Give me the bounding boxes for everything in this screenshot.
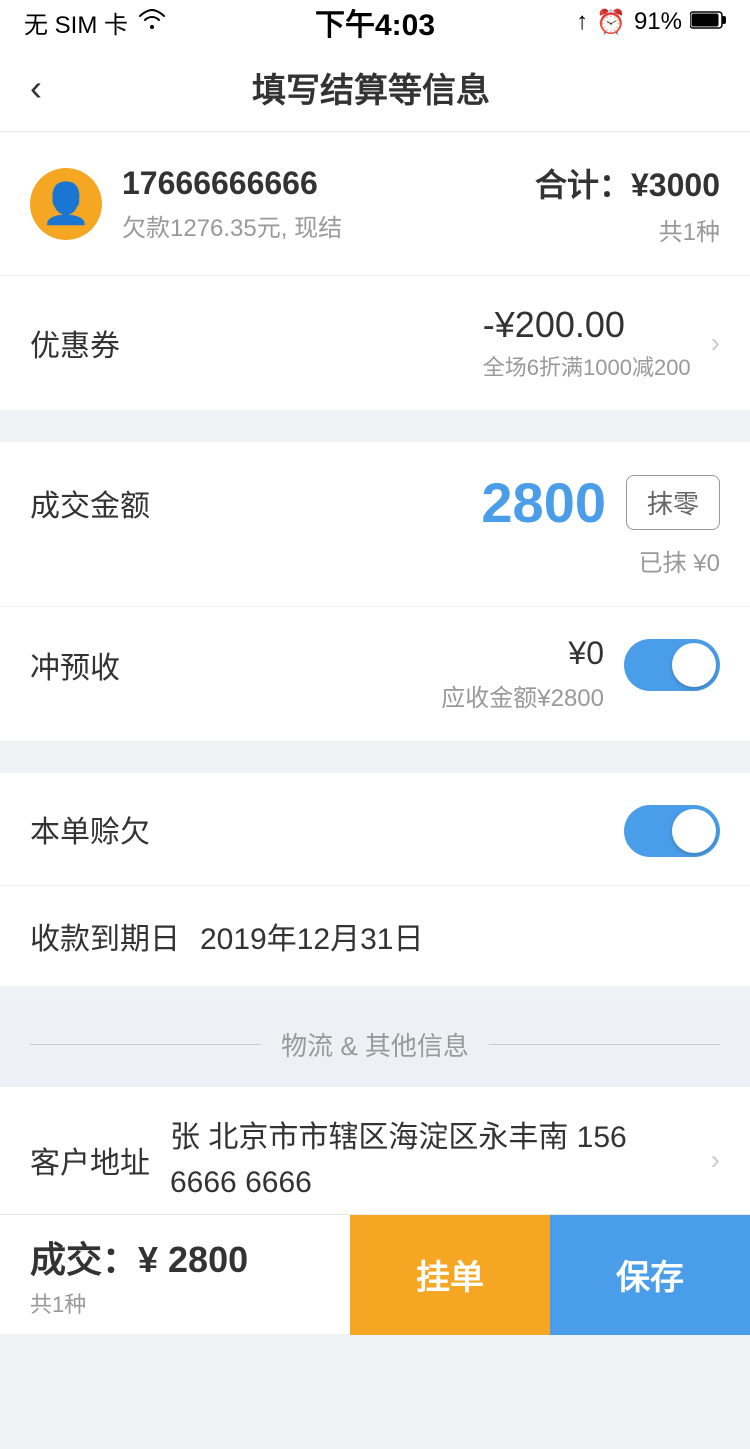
customer-phone: 17666666666 <box>122 165 535 202</box>
amount-section: 成交金额 2800 抹零 已抹 ¥0 <box>0 442 750 606</box>
chevron-right-icon: › <box>711 327 720 359</box>
coupon-info: -¥200.00 全场6折满1000减200 <box>483 304 691 382</box>
prepaid-row: 冲预收 ¥0 应收金额¥2800 <box>30 635 720 713</box>
location-icon: ↑ <box>576 8 588 36</box>
debt-toggle-thumb <box>672 809 716 853</box>
prepaid-label: 冲预收 <box>30 635 120 687</box>
coupon-discount: -¥200.00 <box>483 304 691 346</box>
address-value: 张 北京市市辖区海淀区永丰南 156 6666 6666 <box>170 1115 701 1205</box>
deal-label: 成交： <box>30 1239 138 1280</box>
prepaid-right: ¥0 应收金额¥2800 <box>441 635 720 713</box>
prepaid-toggle-thumb <box>672 643 716 687</box>
due-date-label: 收款到期日 <box>30 914 180 958</box>
coupon-desc: 全场6折满1000减200 <box>483 350 691 382</box>
customer-row: 👤 17666666666 欠款1276.35元, 现结 合计：¥3000 共1… <box>0 132 750 275</box>
transaction-section: 成交金额 2800 抹零 已抹 ¥0 冲预收 ¥0 应收金额¥2800 <box>0 442 750 741</box>
carrier-text: 无 SIM 卡 <box>24 5 128 40</box>
logistics-label: 物流 & 其他信息 <box>281 1026 469 1063</box>
prepaid-receivable: 应收金额¥2800 <box>441 678 604 713</box>
bottom-bar: 成交：¥ 2800 共1种 挂单 保存 <box>0 1214 750 1334</box>
bottom-deal-text: 成交：¥ 2800 <box>30 1231 320 1283</box>
nav-bar: ‹ 填写结算等信息 <box>0 44 750 132</box>
amount-row: 成交金额 2800 抹零 <box>30 470 720 535</box>
customer-section: 👤 17666666666 欠款1276.35元, 现结 合计：¥3000 共1… <box>0 132 750 410</box>
due-date-value: 2019年12月31日 <box>200 914 423 958</box>
total-count: 共1种 <box>535 212 720 247</box>
coupon-label: 优惠券 <box>30 321 483 365</box>
debt-toggle[interactable] <box>624 805 720 857</box>
total-amount: 合计：¥3000 <box>535 160 720 206</box>
deal-amount: ¥ 2800 <box>138 1239 248 1280</box>
avatar-icon: 👤 <box>41 180 91 227</box>
battery-icon <box>690 8 726 36</box>
coupon-row[interactable]: 优惠券 -¥200.00 全场6折满1000减200 › <box>0 275 750 410</box>
bottom-count: 共1种 <box>30 1287 320 1319</box>
wifi-icon <box>138 8 166 36</box>
due-date-section: 收款到期日 2019年12月31日 <box>0 885 750 986</box>
debt-label: 本单赊欠 <box>30 807 150 851</box>
status-right: ↑ ⏰ 91% <box>576 8 726 37</box>
prepaid-values: ¥0 应收金额¥2800 <box>441 635 604 713</box>
prepaid-toggle[interactable] <box>624 639 720 691</box>
address-label: 客户地址 <box>30 1138 150 1182</box>
page-title: 填写结算等信息 <box>62 63 680 112</box>
status-bar: 无 SIM 卡 下午4:03 ↑ ⏰ 91% <box>0 0 750 44</box>
logistics-divider: 物流 & 其他信息 <box>0 1002 750 1087</box>
status-time: 下午4:03 <box>315 0 435 44</box>
debt-section: 本单赊欠 收款到期日 2019年12月31日 <box>0 773 750 986</box>
divider-1 <box>0 426 750 442</box>
logistics-line-left <box>30 1044 261 1045</box>
address-chevron-icon: › <box>711 1144 720 1176</box>
amount-label: 成交金额 <box>30 481 150 525</box>
logistics-line-right <box>489 1044 720 1045</box>
pending-button[interactable]: 挂单 <box>350 1215 550 1335</box>
round-zero-button[interactable]: 抹零 <box>626 475 720 530</box>
address-section[interactable]: 客户地址 张 北京市市辖区海淀区永丰南 156 6666 6666 › <box>0 1087 750 1233</box>
debt-row: 本单赊欠 <box>0 773 750 885</box>
bottom-summary: 成交：¥ 2800 共1种 <box>0 1231 350 1319</box>
battery-text: 91% <box>634 8 682 36</box>
customer-info: 17666666666 欠款1276.35元, 现结 <box>122 165 535 243</box>
avatar: 👤 <box>30 168 102 240</box>
status-left: 无 SIM 卡 <box>24 5 166 40</box>
amount-sub-text: 已抹 ¥0 <box>30 543 720 578</box>
customer-debt: 欠款1276.35元, 现结 <box>122 208 535 243</box>
divider-2 <box>0 757 750 773</box>
prepaid-amount: ¥0 <box>441 635 604 672</box>
address-row[interactable]: 客户地址 张 北京市市辖区海淀区永丰南 156 6666 6666 › <box>0 1087 750 1233</box>
save-button[interactable]: 保存 <box>550 1215 750 1335</box>
prepaid-section: 冲预收 ¥0 应收金额¥2800 <box>0 606 750 741</box>
amount-right: 2800 抹零 <box>481 470 720 535</box>
alarm-icon: ⏰ <box>596 8 626 37</box>
coupon-right: -¥200.00 全场6折满1000减200 › <box>483 304 720 382</box>
amount-value: 2800 <box>481 470 606 535</box>
back-button[interactable]: ‹ <box>30 67 62 109</box>
customer-total: 合计：¥3000 共1种 <box>535 160 720 247</box>
